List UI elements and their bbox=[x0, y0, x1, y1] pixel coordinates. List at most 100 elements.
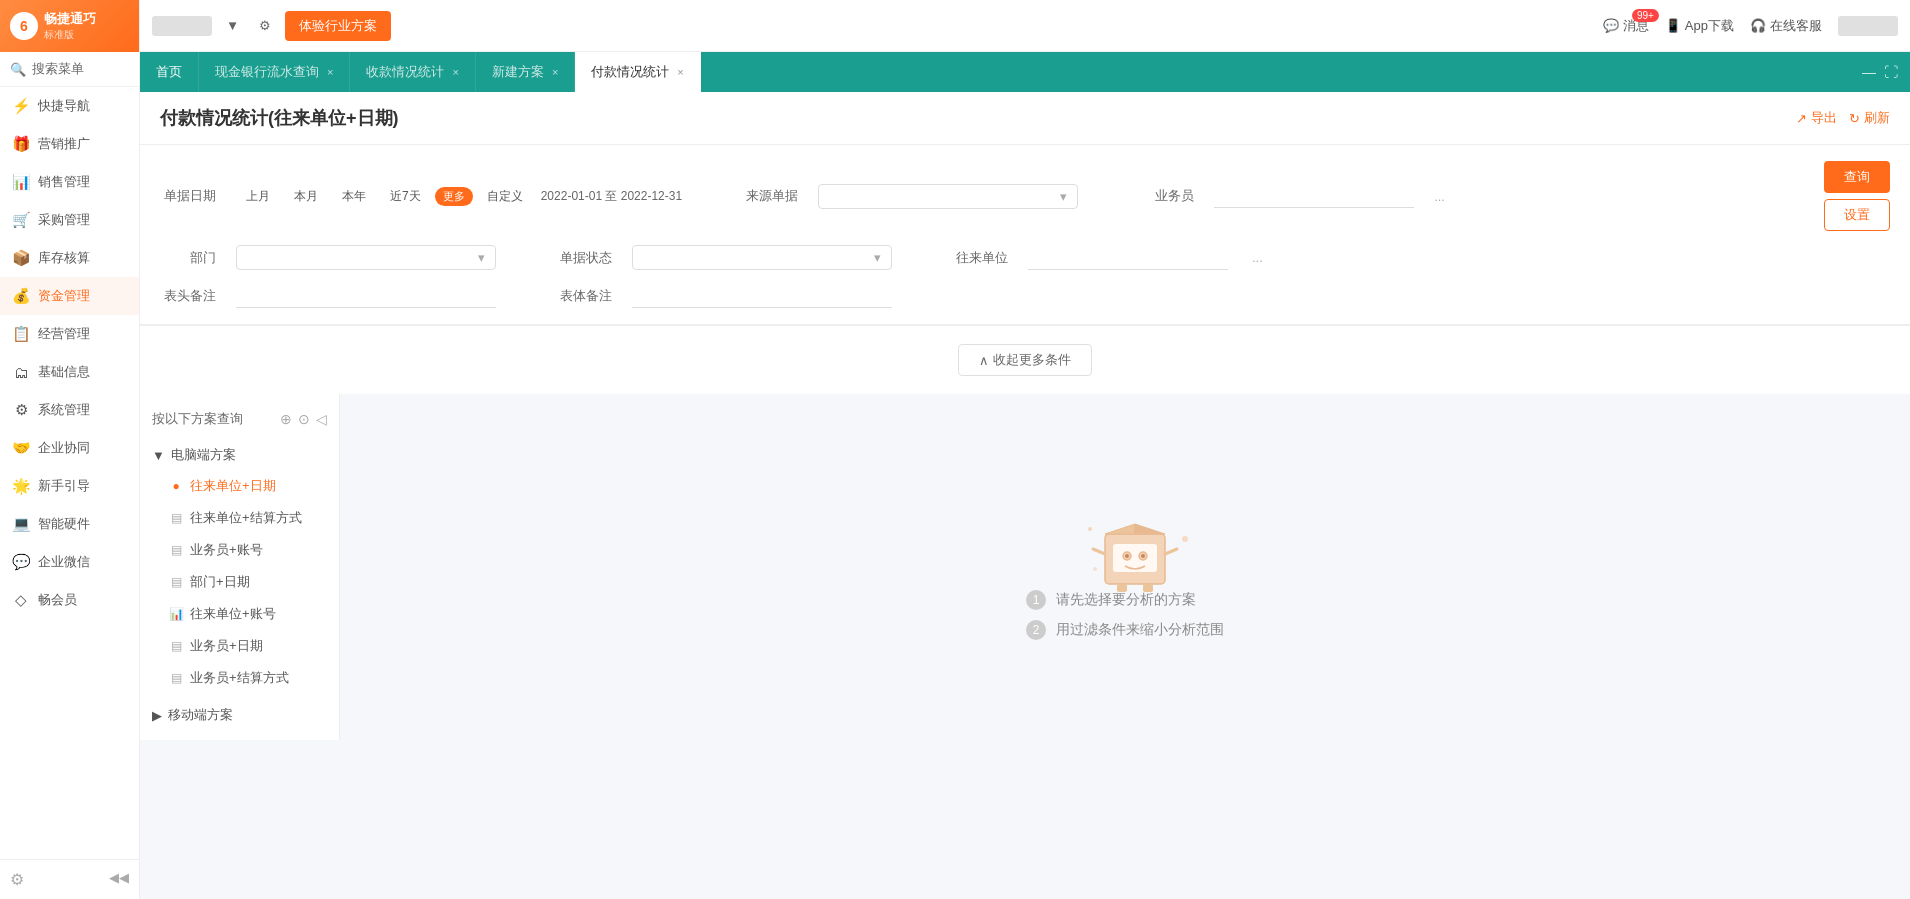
tab-payments[interactable]: 付款情况统计 × bbox=[575, 52, 700, 92]
collapse-button[interactable]: ∧ 收起更多条件 bbox=[958, 344, 1092, 376]
source-doc-label: 来源单据 bbox=[742, 187, 798, 205]
scheme-item-0[interactable]: ● 往来单位+日期 bbox=[140, 470, 339, 502]
online-service-button[interactable]: 🎧 在线客服 bbox=[1750, 17, 1822, 35]
sidebar-item-label: 经营管理 bbox=[38, 325, 90, 343]
sidebar-item-member[interactable]: ◇ 畅会员 bbox=[0, 581, 139, 619]
tab-new-scheme[interactable]: 新建方案 × bbox=[476, 52, 575, 92]
messages-button[interactable]: 💬 消息 99+ bbox=[1603, 17, 1649, 35]
filter-right-actions: 查询 设置 bbox=[1824, 161, 1890, 231]
sidebar-item-inventory[interactable]: 📦 库存核算 bbox=[0, 239, 139, 277]
filter-row-2: 部门 ▾ 单据状态 ▾ 往来单位 ... bbox=[160, 245, 1890, 270]
svg-line-8 bbox=[1093, 549, 1105, 554]
mobile-group-arrow: ▶ bbox=[152, 708, 162, 723]
scheme-item-3[interactable]: ▤ 部门+日期 bbox=[140, 566, 339, 598]
date-range-display: 2022-01-01 至 2022-12-31 bbox=[541, 188, 682, 205]
tab-cash-flow[interactable]: 现金银行流水查询 × bbox=[199, 52, 350, 92]
message-badge: 99+ bbox=[1632, 9, 1659, 22]
header-note-label: 表头备注 bbox=[160, 287, 216, 305]
svg-rect-11 bbox=[1143, 584, 1153, 592]
empty-text: 1 请先选择要分析的方案 2 用过滤条件来缩小分析范围 bbox=[1026, 590, 1224, 640]
sidebar-item-operation[interactable]: 📋 经营管理 bbox=[0, 315, 139, 353]
scheme-item-2[interactable]: ▤ 业务员+账号 bbox=[140, 534, 339, 566]
minimize-button[interactable]: — bbox=[1862, 64, 1876, 80]
refresh-button[interactable]: ↻ 刷新 bbox=[1849, 109, 1890, 127]
dropdown-button[interactable]: ▼ bbox=[220, 14, 245, 37]
scheme-item-0-icon: ● bbox=[168, 478, 184, 494]
chip-this-month[interactable]: 本月 bbox=[284, 185, 328, 208]
user-avatar-placeholder bbox=[152, 16, 212, 36]
manage-scheme-icon[interactable]: ⊙ bbox=[298, 411, 310, 427]
doc-status-select[interactable]: ▾ bbox=[632, 245, 892, 270]
svg-rect-3 bbox=[1113, 544, 1157, 572]
scheme-item-4-icon: 📊 bbox=[168, 606, 184, 622]
operation-icon: 📋 bbox=[12, 325, 30, 343]
scheme-item-4-label: 往来单位+账号 bbox=[190, 605, 276, 623]
sidebar-item-label: 库存核算 bbox=[38, 249, 90, 267]
sidebar-item-marketing[interactable]: 🎁 营销推广 bbox=[0, 125, 139, 163]
app-download-button[interactable]: 📱 App下载 bbox=[1665, 17, 1734, 35]
cash-flow-tab-close[interactable]: × bbox=[327, 66, 333, 78]
tab-receipts[interactable]: 收款情况统计 × bbox=[350, 52, 475, 92]
scheme-item-5[interactable]: ▤ 业务员+日期 bbox=[140, 630, 339, 662]
svg-point-14 bbox=[1093, 567, 1097, 571]
desktop-group-label: 电脑端方案 bbox=[171, 446, 236, 464]
sidebar-item-guide[interactable]: 🌟 新手引导 bbox=[0, 467, 139, 505]
sidebar-item-sales[interactable]: 📊 销售管理 bbox=[0, 163, 139, 201]
sidebar-nav: ⚡ 快捷导航 🎁 营销推广 📊 销售管理 🛒 采购管理 📦 库存核算 💰 bbox=[0, 87, 139, 859]
query-button[interactable]: 查询 bbox=[1824, 161, 1890, 193]
scheme-item-1[interactable]: ▤ 往来单位+结算方式 bbox=[140, 502, 339, 534]
collapse-scheme-icon[interactable]: ◁ bbox=[316, 411, 327, 427]
sidebar-item-wechat[interactable]: 💬 企业微信 bbox=[0, 543, 139, 581]
footer-settings-icon[interactable]: ⚙ bbox=[10, 870, 24, 889]
collapse-row: ∧ 收起更多条件 bbox=[140, 325, 1910, 394]
partner-label: 往来单位 bbox=[952, 249, 1008, 267]
sidebar-item-quick-nav[interactable]: ⚡ 快捷导航 bbox=[0, 87, 139, 125]
new-scheme-tab-close[interactable]: × bbox=[552, 66, 558, 78]
chip-this-year[interactable]: 本年 bbox=[332, 185, 376, 208]
chip-custom[interactable]: 自定义 bbox=[477, 185, 533, 208]
sidebar-item-system[interactable]: ⚙ 系统管理 bbox=[0, 391, 139, 429]
sidebar-item-collab[interactable]: 🤝 企业协同 bbox=[0, 429, 139, 467]
settings-gear-button[interactable]: ⚙ bbox=[253, 14, 277, 37]
scheme-item-4[interactable]: 📊 往来单位+账号 bbox=[140, 598, 339, 630]
chip-last-month[interactable]: 上月 bbox=[236, 185, 280, 208]
agent-input[interactable] bbox=[1214, 184, 1414, 208]
dept-select[interactable]: ▾ bbox=[236, 245, 496, 270]
chip-more[interactable]: 更多 bbox=[435, 187, 473, 206]
sidebar-item-basic-info[interactable]: 🗂 基础信息 bbox=[0, 353, 139, 391]
add-scheme-icon[interactable]: ⊕ bbox=[280, 411, 292, 427]
marketing-icon: 🎁 bbox=[12, 135, 30, 153]
svg-point-7 bbox=[1141, 554, 1145, 558]
cash-flow-tab-label: 现金银行流水查询 bbox=[215, 63, 319, 81]
settings-button[interactable]: 设置 bbox=[1824, 199, 1890, 231]
window-buttons: — ⛶ bbox=[1850, 64, 1910, 80]
partner-more-icon[interactable]: ... bbox=[1252, 250, 1263, 265]
step-2-num: 2 bbox=[1026, 620, 1046, 640]
desktop-group-header[interactable]: ▼ 电脑端方案 bbox=[140, 440, 339, 470]
source-doc-select[interactable]: ▾ bbox=[818, 184, 1078, 209]
mobile-group-header[interactable]: ▶ 移动端方案 bbox=[140, 700, 339, 730]
scheme-item-5-label: 业务员+日期 bbox=[190, 637, 263, 655]
chip-last-7days[interactable]: 近7天 bbox=[380, 185, 431, 208]
sidebar-brand: 畅捷通巧 标准版 bbox=[44, 10, 96, 42]
trial-button[interactable]: 体验行业方案 bbox=[285, 11, 391, 41]
export-button[interactable]: ↗ 导出 bbox=[1796, 109, 1837, 127]
tab-home[interactable]: 首页 bbox=[140, 52, 199, 92]
maximize-button[interactable]: ⛶ bbox=[1884, 64, 1898, 80]
partner-input[interactable] bbox=[1028, 246, 1228, 270]
receipts-tab-close[interactable]: × bbox=[452, 66, 458, 78]
footer-collapse-icon[interactable]: ◀◀ bbox=[109, 870, 129, 889]
empty-illustration bbox=[1075, 494, 1175, 574]
svg-point-13 bbox=[1182, 536, 1188, 542]
scheme-item-6[interactable]: ▤ 业务员+结算方式 bbox=[140, 662, 339, 694]
sidebar-item-finance[interactable]: 💰 资金管理 bbox=[0, 277, 139, 315]
scheme-header-actions: ⊕ ⊙ ◁ bbox=[280, 411, 327, 427]
svg-line-9 bbox=[1165, 549, 1177, 554]
sidebar-item-hardware[interactable]: 💻 智能硬件 bbox=[0, 505, 139, 543]
sidebar-item-purchase[interactable]: 🛒 采购管理 bbox=[0, 201, 139, 239]
sidebar-search[interactable]: 🔍 搜索菜单 bbox=[0, 52, 139, 87]
payments-tab-close[interactable]: × bbox=[677, 66, 683, 78]
agent-more-icon[interactable]: ... bbox=[1434, 189, 1445, 204]
header-note-input[interactable] bbox=[236, 284, 496, 308]
body-note-input[interactable] bbox=[632, 284, 892, 308]
